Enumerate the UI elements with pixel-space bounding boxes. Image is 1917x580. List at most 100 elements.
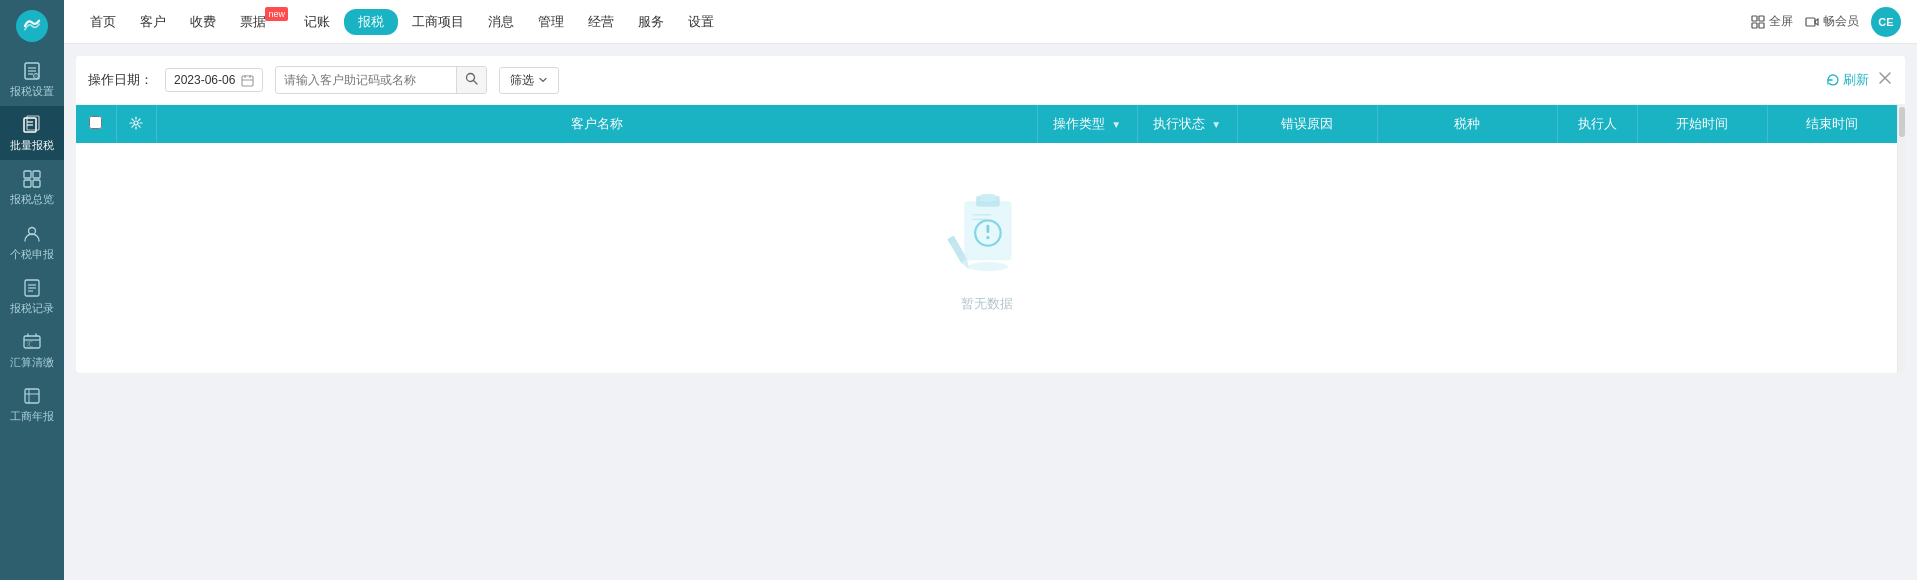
col-endtime-label: 结束时间 (1806, 116, 1858, 131)
nav-item-gongshangxiangmu[interactable]: 工商项目 (402, 9, 474, 35)
svg-rect-29 (1752, 23, 1757, 28)
svg-point-50 (986, 236, 989, 239)
sidebar-label-gesuishenbao: 个税申报 (10, 248, 54, 261)
nav-item-baoshui[interactable]: 报税 (344, 9, 398, 35)
app-logo (14, 8, 50, 44)
data-table: 客户名称 操作类型 ▼ 执行状态 ▼ (76, 105, 1897, 373)
nav-item-xiaoxi[interactable]: 消息 (478, 9, 524, 35)
annual-report-icon (21, 385, 43, 407)
sidebar-label-gongshangnianb: 工商年报 (10, 410, 54, 423)
col-starttime: 开始时间 (1637, 105, 1767, 143)
table-scrollbar[interactable] (1897, 105, 1905, 373)
col-checkbox (76, 105, 116, 143)
search-button[interactable] (456, 67, 486, 93)
main-area: 首页 客户 收费 票据 new 记账 报税 工商项目 消息 管理 经营 服务 设… (64, 0, 1917, 580)
col-error-label: 错误原因 (1281, 116, 1333, 131)
search-icon (465, 72, 478, 85)
overview-icon (21, 168, 43, 190)
col-endtime: 结束时间 (1767, 105, 1897, 143)
sidebar-item-baoshuishezhi[interactable]: 报税设置 (0, 52, 64, 106)
svg-rect-10 (24, 171, 31, 178)
nav-item-guanli[interactable]: 管理 (528, 9, 574, 35)
svg-point-40 (134, 121, 138, 125)
empty-illustration (937, 183, 1037, 283)
close-button[interactable] (1877, 70, 1893, 90)
select-all-checkbox[interactable] (89, 116, 102, 129)
nav-item-jizhang[interactable]: 记账 (294, 9, 340, 35)
svg-rect-11 (33, 171, 40, 178)
user-avatar[interactable]: CE (1871, 7, 1901, 37)
col-settings-icon[interactable] (129, 116, 143, 130)
sidebar: 报税设置 批量报税 报税总览 (0, 0, 64, 580)
svg-rect-12 (24, 180, 31, 187)
sidebar-item-gongshangnianb[interactable]: 工商年报 (0, 377, 64, 431)
col-status[interactable]: 执行状态 ▼ (1137, 105, 1237, 143)
search-input[interactable] (276, 69, 456, 91)
date-picker[interactable]: 2023-06-06 (165, 68, 263, 92)
col-client: 客户名称 (156, 105, 1037, 143)
svg-rect-24 (25, 389, 39, 403)
svg-point-53 (967, 262, 1007, 271)
scroll-thumb[interactable] (1899, 107, 1905, 137)
sidebar-item-gesuishenbao[interactable]: 个税申报 (0, 215, 64, 269)
sidebar-label-huisuanjiao: 汇算清缴 (10, 356, 54, 369)
member-label: 畅会员 (1823, 13, 1859, 30)
nav-item-fuwu[interactable]: 服务 (628, 9, 674, 35)
col-optype[interactable]: 操作类型 ▼ (1037, 105, 1137, 143)
nav-item-jingying[interactable]: 经营 (578, 9, 624, 35)
sidebar-item-piliangbaoshui[interactable]: 批量报税 (0, 106, 64, 160)
nav-item-piaoju[interactable]: 票据 new (230, 9, 290, 35)
calendar-icon (241, 74, 254, 87)
sidebar-label-baoshuishezhi: 报税设置 (10, 85, 54, 98)
col-optype-label: 操作类型 (1053, 116, 1105, 131)
col-client-label: 客户名称 (571, 116, 623, 131)
refresh-button[interactable]: 刷新 (1826, 71, 1869, 89)
table-container: 操作日期： 2023-06-06 (76, 56, 1905, 373)
col-settings (116, 105, 156, 143)
close-icon (1877, 70, 1893, 86)
col-status-label: 执行状态 (1153, 116, 1205, 131)
annual-settlement-icon: 汇 (21, 331, 43, 353)
page-content: 操作日期： 2023-06-06 (64, 44, 1917, 580)
filter-label: 筛选 (510, 72, 534, 89)
user-initials: CE (1878, 16, 1893, 28)
empty-text: 暂无数据 (961, 295, 1013, 313)
sidebar-label-piliangbaoshui: 批量报税 (10, 139, 54, 152)
svg-rect-27 (1752, 16, 1757, 21)
svg-rect-28 (1759, 16, 1764, 21)
sidebar-item-baoshuijilu[interactable]: 报税记录 (0, 269, 64, 323)
tax-record-icon (21, 277, 43, 299)
toolbar: 操作日期： 2023-06-06 (76, 56, 1905, 105)
col-executor: 执行人 (1557, 105, 1637, 143)
nav-item-shoufe[interactable]: 收费 (180, 9, 226, 35)
filter-button[interactable]: 筛选 (499, 67, 559, 94)
empty-state: 暂无数据 (76, 143, 1897, 373)
svg-rect-47 (979, 194, 995, 201)
search-box (275, 66, 487, 94)
personal-tax-icon (21, 223, 43, 245)
svg-rect-13 (33, 180, 40, 187)
member-btn[interactable]: 畅会员 (1805, 13, 1859, 30)
new-badge: new (265, 7, 288, 21)
col-tax: 税种 (1377, 105, 1557, 143)
empty-state-cell: 暂无数据 (76, 143, 1897, 373)
date-label: 操作日期： (88, 71, 153, 89)
nav-item-shouye[interactable]: 首页 (80, 9, 126, 35)
chevron-down-icon (538, 75, 548, 85)
refresh-label: 刷新 (1843, 71, 1869, 89)
date-value: 2023-06-06 (174, 73, 235, 87)
fullscreen-btn[interactable]: 全屏 (1751, 13, 1793, 30)
nav-right: 全屏 畅会员 CE (1751, 7, 1901, 37)
sidebar-item-huisuanjiao[interactable]: 汇 汇算清缴 (0, 323, 64, 377)
toolbar-right: 刷新 (1826, 70, 1893, 90)
sidebar-item-baoshuizonglan[interactable]: 报税总览 (0, 160, 64, 214)
content-area: 操作日期： 2023-06-06 (64, 44, 1917, 580)
svg-text:汇: 汇 (27, 341, 33, 347)
top-nav: 首页 客户 收费 票据 new 记账 报税 工商项目 消息 管理 经营 服务 设… (64, 0, 1917, 44)
svg-line-37 (474, 81, 478, 85)
nav-item-shezhi[interactable]: 设置 (678, 9, 724, 35)
sidebar-label-baoshuizonglan: 报税总览 (10, 193, 54, 206)
col-starttime-label: 开始时间 (1676, 116, 1728, 131)
batch-tax-icon (21, 114, 43, 136)
nav-item-kehu[interactable]: 客户 (130, 9, 176, 35)
